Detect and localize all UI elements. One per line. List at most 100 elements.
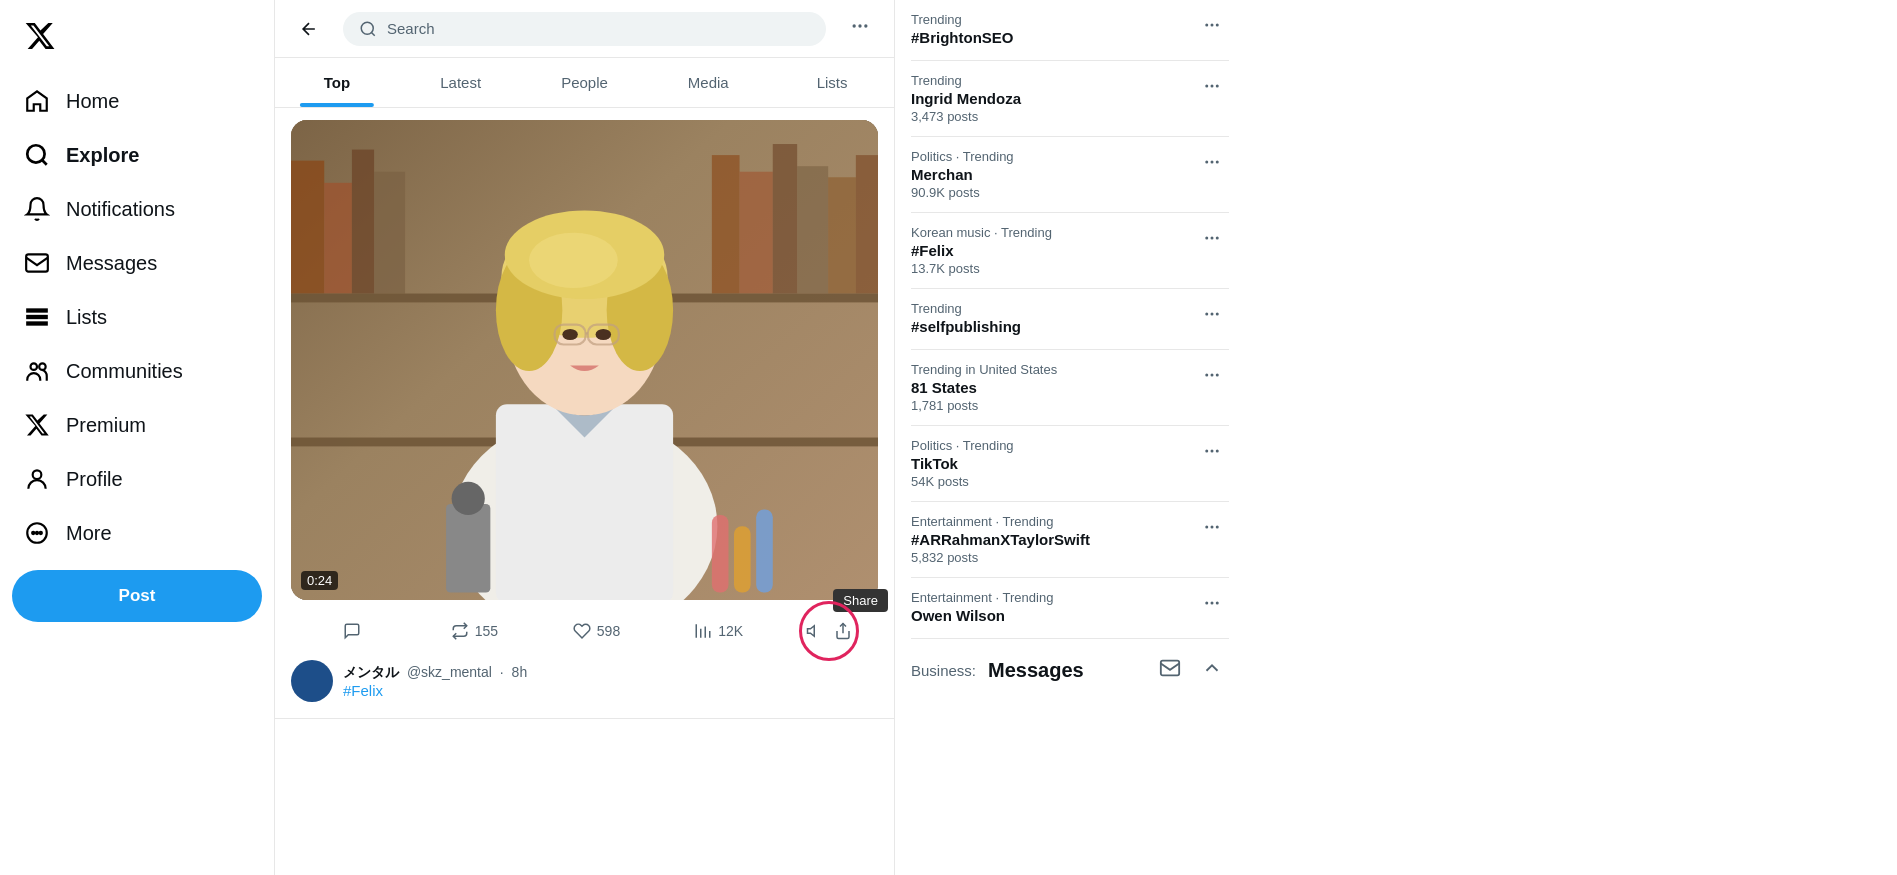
views-action[interactable]: 12K <box>658 614 780 648</box>
svg-rect-19 <box>291 161 324 294</box>
sidebar-item-messages-label: Messages <box>66 252 157 275</box>
tab-top[interactable]: Top <box>275 58 399 107</box>
sidebar-item-more-label: More <box>66 522 112 545</box>
svg-point-77 <box>1205 526 1208 529</box>
avatar[interactable] <box>291 660 333 702</box>
sidebar-item-messages[interactable]: Messages <box>12 238 262 288</box>
svg-rect-26 <box>797 166 828 293</box>
home-icon <box>24 88 50 114</box>
trending-more-button[interactable] <box>1195 149 1229 180</box>
collapse-icon[interactable] <box>1195 651 1229 690</box>
sidebar-item-notifications[interactable]: Notifications <box>12 184 262 234</box>
svg-point-11 <box>40 532 42 534</box>
svg-point-78 <box>1211 526 1214 529</box>
sidebar-item-explore[interactable]: Explore <box>12 130 262 180</box>
trending-category: Trending <box>911 73 1195 88</box>
sidebar-item-profile[interactable]: Profile <box>12 454 262 504</box>
trending-name[interactable]: #BrightonSEO <box>911 29 1195 46</box>
trending-item: Politics · Trending TikTok 54K posts <box>911 426 1229 502</box>
messages-icon[interactable] <box>1153 651 1187 690</box>
trending-name[interactable]: #selfpublishing <box>911 318 1195 335</box>
svg-rect-47 <box>712 515 729 593</box>
svg-rect-83 <box>1161 661 1179 676</box>
sidebar-item-lists[interactable]: Lists <box>12 292 262 342</box>
trending-more-button[interactable] <box>1195 225 1229 256</box>
svg-point-59 <box>1205 85 1208 88</box>
svg-point-56 <box>1205 24 1208 27</box>
svg-rect-3 <box>27 316 47 318</box>
trending-more-button[interactable] <box>1195 362 1229 393</box>
share-wrapper: Share <box>780 614 878 648</box>
svg-rect-4 <box>27 322 47 324</box>
trending-name[interactable]: TikTok <box>911 455 1195 472</box>
sidebar-item-explore-label: Explore <box>66 144 139 167</box>
trending-posts: 54K posts <box>911 474 1195 489</box>
views-icon <box>694 622 712 640</box>
svg-point-65 <box>1205 237 1208 240</box>
svg-point-69 <box>1211 313 1214 316</box>
sidebar-item-premium-label: Premium <box>66 414 146 437</box>
trending-more-button[interactable] <box>1195 590 1229 621</box>
svg-point-61 <box>1216 85 1219 88</box>
trending-more-button[interactable] <box>1195 301 1229 332</box>
more-options-button[interactable] <box>842 8 878 49</box>
tweet-card: 0:24 155 <box>275 108 894 719</box>
tab-latest[interactable]: Latest <box>399 58 523 107</box>
sidebar-item-more[interactable]: More <box>12 508 262 558</box>
sidebar-item-premium[interactable]: Premium <box>12 400 262 450</box>
comment-icon <box>343 622 361 640</box>
retweet-icon <box>451 622 469 640</box>
svg-point-12 <box>361 22 373 34</box>
trending-name[interactable]: Merchan <box>911 166 1195 183</box>
sidebar-item-home[interactable]: Home <box>12 76 262 126</box>
trending-category: Politics · Trending <box>911 149 1195 164</box>
trending-name[interactable]: 81 States <box>911 379 1195 396</box>
trending-more-button[interactable] <box>1195 514 1229 545</box>
trending-item: Trending Ingrid Mendoza 3,473 posts <box>911 61 1229 137</box>
trending-item: Korean music · Trending #Felix 13.7K pos… <box>911 213 1229 289</box>
trending-more-button[interactable] <box>1195 12 1229 43</box>
svg-point-68 <box>1205 313 1208 316</box>
heart-icon <box>573 622 591 640</box>
main-content: Search Top Latest People Media Lists <box>275 0 895 875</box>
search-bar[interactable]: Search <box>343 12 826 46</box>
trending-list: Trending #BrightonSEO Trending Ingrid Me… <box>911 0 1229 638</box>
search-icon <box>359 20 377 38</box>
post-button[interactable]: Post <box>12 570 262 622</box>
logo[interactable] <box>12 8 262 68</box>
tweet-image <box>291 120 878 600</box>
trending-item: Politics · Trending Merchan 90.9K posts <box>911 137 1229 213</box>
tweet-hashtag[interactable]: #Felix <box>343 682 527 699</box>
tab-media[interactable]: Media <box>646 58 770 107</box>
x-logo-icon <box>24 20 56 52</box>
right-sidebar: Trending #BrightonSEO Trending Ingrid Me… <box>895 0 1245 875</box>
trending-name[interactable]: #Felix <box>911 242 1195 259</box>
sidebar-item-home-label: Home <box>66 90 119 113</box>
svg-rect-48 <box>734 526 751 592</box>
trending-name[interactable]: Owen Wilson <box>911 607 1195 624</box>
trending-name[interactable]: Ingrid Mendoza <box>911 90 1195 107</box>
sidebar-item-communities[interactable]: Communities <box>12 346 262 396</box>
retweet-action[interactable]: 155 <box>413 614 535 648</box>
svg-point-57 <box>1211 24 1214 27</box>
tweet-time: 8h <box>512 664 528 680</box>
share-action[interactable] <box>780 614 878 648</box>
trending-more-button[interactable] <box>1195 73 1229 104</box>
tab-people[interactable]: People <box>523 58 647 107</box>
trending-category: Trending <box>911 301 1195 316</box>
trending-more-button[interactable] <box>1195 438 1229 469</box>
trending-category: Korean music · Trending <box>911 225 1195 240</box>
svg-point-72 <box>1211 374 1214 377</box>
svg-rect-25 <box>773 144 797 294</box>
back-button[interactable] <box>291 11 327 47</box>
trending-name[interactable]: #ARRahmanXTaylorSwift <box>911 531 1195 548</box>
svg-point-67 <box>1216 237 1219 240</box>
comment-action[interactable] <box>291 614 413 648</box>
tab-lists[interactable]: Lists <box>770 58 894 107</box>
trending-info: Trending #BrightonSEO <box>911 12 1195 48</box>
svg-rect-28 <box>856 155 878 293</box>
trending-posts: 90.9K posts <box>911 185 1195 200</box>
video-timer: 0:24 <box>301 571 338 590</box>
like-action[interactable]: 598 <box>535 614 657 648</box>
bottom-bar-title[interactable]: Messages <box>988 659 1084 682</box>
